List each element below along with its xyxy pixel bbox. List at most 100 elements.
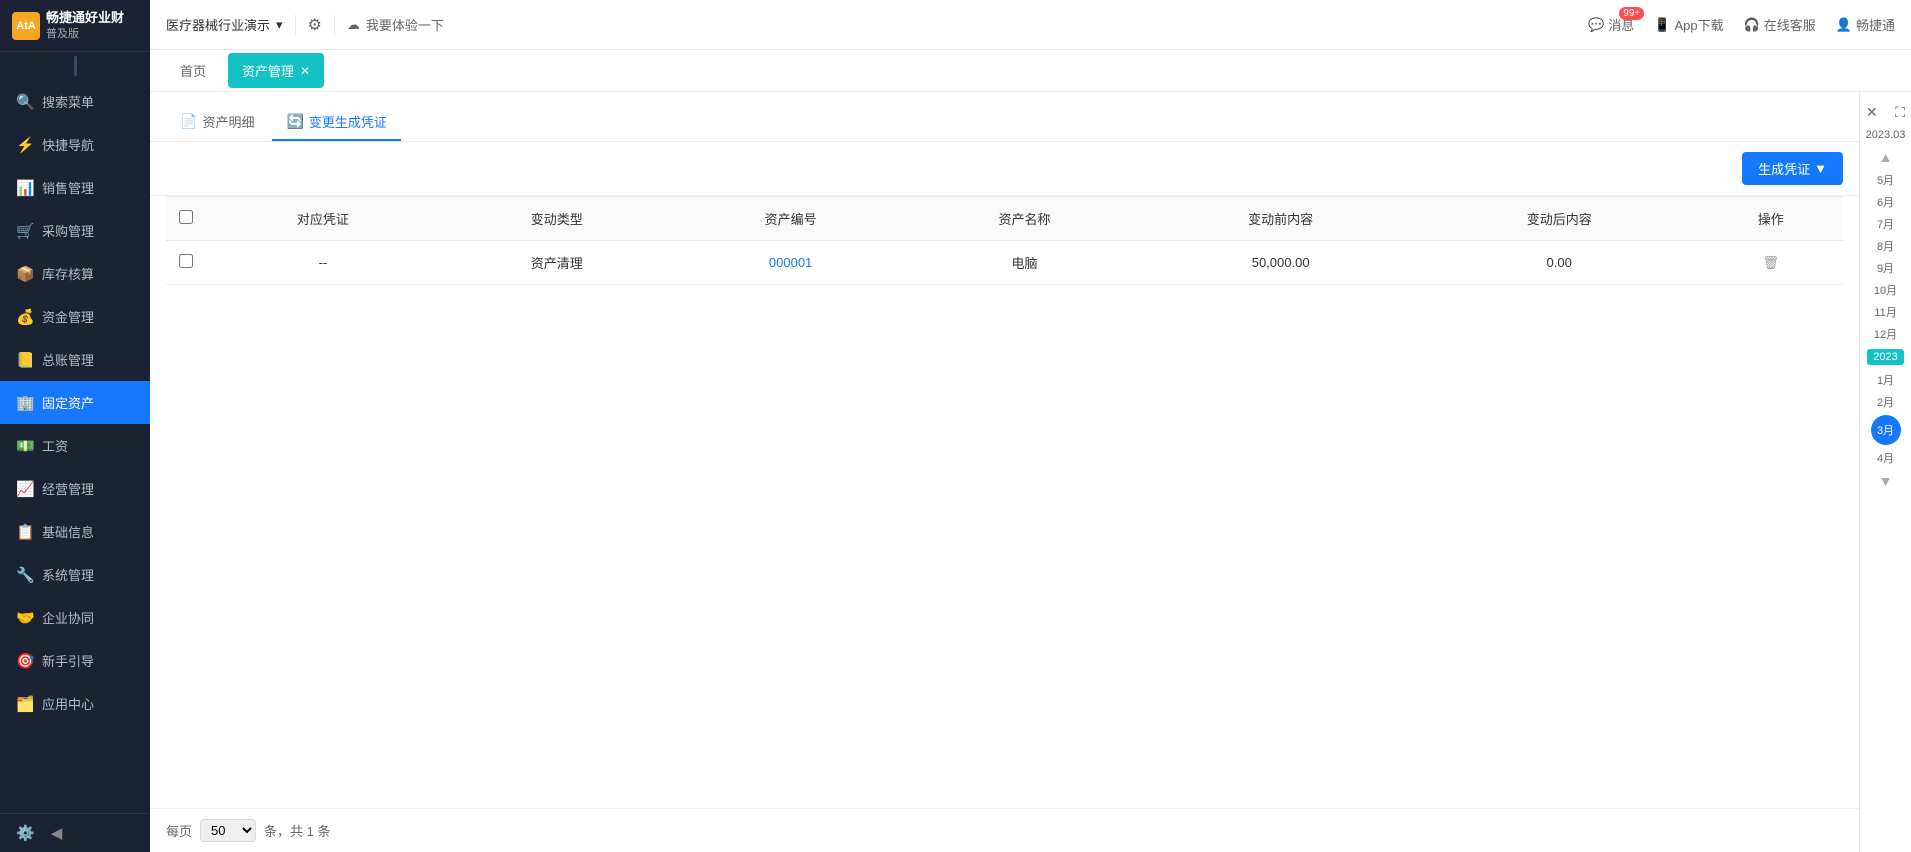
sidebar-item-operation[interactable]: 📈 经营管理 bbox=[0, 467, 150, 510]
system-icon: 🔧 bbox=[16, 566, 34, 584]
box-icon: 📦 bbox=[16, 265, 34, 283]
collapse-icon[interactable]: ◀ bbox=[51, 824, 63, 842]
right-panel-header: ✕ ⛶ bbox=[1860, 100, 1911, 125]
sidebar-item-salary[interactable]: 💵 工资 bbox=[0, 424, 150, 467]
sidebar-item-basic[interactable]: 📋 基础信息 bbox=[0, 510, 150, 553]
logo-icon: AtA bbox=[12, 12, 40, 40]
header-before-change: 变动前内容 bbox=[1141, 197, 1420, 241]
sidebar-item-appcenter[interactable]: 🗂️ 应用中心 bbox=[0, 682, 150, 725]
company-selector[interactable]: 医疗器械行业演示 ▾ bbox=[166, 15, 283, 34]
avatar-icon: 👤 bbox=[1836, 17, 1852, 33]
timeline-month-10[interactable]: 10月 bbox=[1860, 279, 1911, 301]
timeline-scroll-up[interactable]: ▲ bbox=[1875, 145, 1897, 169]
header-checkbox bbox=[166, 197, 206, 241]
timeline-month-12[interactable]: 12月 bbox=[1860, 323, 1911, 345]
sidebar-item-label: 资金管理 bbox=[42, 307, 94, 326]
sidebar-item-enterprise[interactable]: 🤝 企业协同 bbox=[0, 596, 150, 639]
table-header: 对应凭证 变动类型 资产编号 资产名称 bbox=[166, 197, 1843, 241]
row-asset-code: 000001 bbox=[674, 241, 908, 285]
app-icon: 🗂️ bbox=[16, 695, 34, 713]
row-checkbox-cell bbox=[166, 241, 206, 285]
logo-title: 畅捷通好业财 bbox=[46, 10, 124, 27]
divider2 bbox=[334, 15, 335, 35]
operation-icon: 📈 bbox=[16, 480, 34, 498]
sidebar-item-quicknav[interactable]: ⚡ 快捷导航 bbox=[0, 123, 150, 166]
timeline-month-2023-1[interactable]: 1月 bbox=[1860, 369, 1911, 391]
sidebar-item-finance[interactable]: 💰 资金管理 bbox=[0, 295, 150, 338]
generate-voucher-label: 生成凭证 bbox=[1758, 159, 1810, 178]
table-body: -- 资产清理 000001 电脑 bbox=[166, 241, 1843, 285]
sub-tab-change-voucher[interactable]: 🔄 变更生成凭证 bbox=[272, 104, 400, 141]
header-change-type: 变动类型 bbox=[440, 197, 674, 241]
timeline-month-6[interactable]: 6月 bbox=[1860, 191, 1911, 213]
right-panel-close-icon[interactable]: ✕ bbox=[1866, 104, 1878, 121]
timeline-month-11[interactable]: 11月 bbox=[1860, 301, 1911, 323]
sidebar-item-label: 系统管理 bbox=[42, 565, 94, 584]
sidebar-item-inventory[interactable]: 📦 库存核算 bbox=[0, 252, 150, 295]
message-badge: 99+ bbox=[1619, 7, 1644, 20]
app-logo: AtA 畅捷通好业财 普及版 bbox=[0, 0, 150, 52]
timeline-month-7[interactable]: 7月 bbox=[1860, 213, 1911, 235]
download-icon: 📱 bbox=[1654, 17, 1670, 33]
sidebar-item-label: 库存核算 bbox=[42, 264, 94, 283]
settings-icon[interactable]: ⚙️ bbox=[16, 824, 35, 842]
header-asset-code: 资产编号 bbox=[674, 197, 908, 241]
sidebar-item-ledger[interactable]: 📒 总账管理 bbox=[0, 338, 150, 381]
sub-tabs: 📄 资产明细 🔄 变更生成凭证 bbox=[150, 92, 1859, 142]
experience-text: 我要体验一下 bbox=[366, 15, 444, 34]
tab-asset-management[interactable]: 资产管理 ✕ bbox=[228, 53, 324, 88]
timeline-month-2023-2[interactable]: 2月 bbox=[1860, 391, 1911, 413]
salary-icon: 💵 bbox=[16, 437, 34, 455]
pagination: 每页 50 10 20 100 条，共 1 条 bbox=[150, 808, 1859, 852]
gear-icon[interactable]: ⚙ bbox=[308, 15, 322, 35]
experience-link[interactable]: ☁ 我要体验一下 bbox=[347, 15, 444, 34]
timeline-month-9[interactable]: 9月 bbox=[1860, 257, 1911, 279]
timeline-month-2023-4[interactable]: 4月 bbox=[1860, 447, 1911, 469]
sidebar-item-search[interactable]: 🔍 搜索菜单 bbox=[0, 80, 150, 123]
timeline-month-8[interactable]: 8月 bbox=[1860, 235, 1911, 257]
topbar-right: 💬 消息 99+ 📱 App下载 🎧 在线客服 👤 畅捷通 bbox=[1588, 15, 1895, 34]
per-page-select[interactable]: 50 10 20 100 bbox=[200, 819, 256, 842]
online-service-button[interactable]: 🎧 在线客服 bbox=[1744, 15, 1816, 34]
row-checkbox[interactable] bbox=[179, 254, 193, 268]
messages-button[interactable]: 💬 消息 99+ bbox=[1588, 15, 1634, 34]
select-all-checkbox[interactable] bbox=[179, 210, 193, 224]
sidebar-item-system[interactable]: 🔧 系统管理 bbox=[0, 553, 150, 596]
timeline-scroll-down[interactable]: ▼ bbox=[1875, 469, 1897, 493]
chevron-down-icon: ▾ bbox=[276, 17, 283, 33]
right-panel-expand-icon[interactable]: ⛶ bbox=[1895, 104, 1905, 121]
asset-tab-label: 资产管理 bbox=[242, 61, 294, 80]
right-panel: ✕ ⛶ 2023.03 ▲ 5月 6月 7月 8月 9月 bbox=[1859, 92, 1911, 852]
tab-home[interactable]: 首页 bbox=[166, 53, 220, 88]
divider bbox=[295, 15, 296, 35]
experience-icon: ☁ bbox=[347, 17, 360, 33]
username: 畅捷通 bbox=[1856, 15, 1895, 34]
flash-icon: ⚡ bbox=[16, 136, 34, 154]
sidebar-item-purchase[interactable]: 🛒 采购管理 bbox=[0, 209, 150, 252]
timeline-month-5[interactable]: 5月 bbox=[1860, 169, 1911, 191]
delete-icon[interactable]: 🗑 bbox=[1762, 255, 1779, 270]
user-menu[interactable]: 👤 畅捷通 bbox=[1836, 15, 1895, 34]
handshake-icon: 🤝 bbox=[16, 609, 34, 627]
row-operation: 🗑 bbox=[1698, 241, 1843, 285]
timeline: ▲ 5月 6月 7月 8月 9月 10月 bbox=[1860, 145, 1911, 852]
generate-voucher-button[interactable]: 生成凭证 ▼ bbox=[1742, 152, 1843, 185]
sidebar-item-label: 采购管理 bbox=[42, 221, 94, 240]
sidebar-item-label: 工资 bbox=[42, 436, 68, 455]
basic-icon: 📋 bbox=[16, 523, 34, 541]
sidebar-item-label: 固定资产 bbox=[42, 393, 94, 412]
table-row: -- 资产清理 000001 电脑 bbox=[166, 241, 1843, 285]
app-download-button[interactable]: 📱 App下载 bbox=[1654, 15, 1723, 34]
sub-tab-asset-detail[interactable]: 📄 资产明细 bbox=[166, 104, 268, 141]
topbar: 医疗器械行业演示 ▾ ⚙ ☁ 我要体验一下 💬 消息 99+ 📱 App下载 🎧… bbox=[150, 0, 1911, 50]
sidebar-item-fixed-assets[interactable]: 🏢 固定资产 bbox=[0, 381, 150, 424]
sidebar-item-guide[interactable]: 🎯 新手引导 bbox=[0, 639, 150, 682]
online-service-label: 在线客服 bbox=[1764, 15, 1816, 34]
table-wrap: 对应凭证 变动类型 资产编号 资产名称 bbox=[150, 196, 1859, 808]
sidebar-item-label: 新手引导 bbox=[42, 651, 94, 670]
sidebar-item-sales[interactable]: 📊 销售管理 bbox=[0, 166, 150, 209]
tab-close-icon[interactable]: ✕ bbox=[300, 64, 310, 78]
sidebar-bottom: ⚙️ ◀ bbox=[0, 813, 150, 852]
timeline-month-2023-3-current[interactable]: 3月 bbox=[1871, 415, 1901, 445]
sidebar-item-label: 总账管理 bbox=[42, 350, 94, 369]
